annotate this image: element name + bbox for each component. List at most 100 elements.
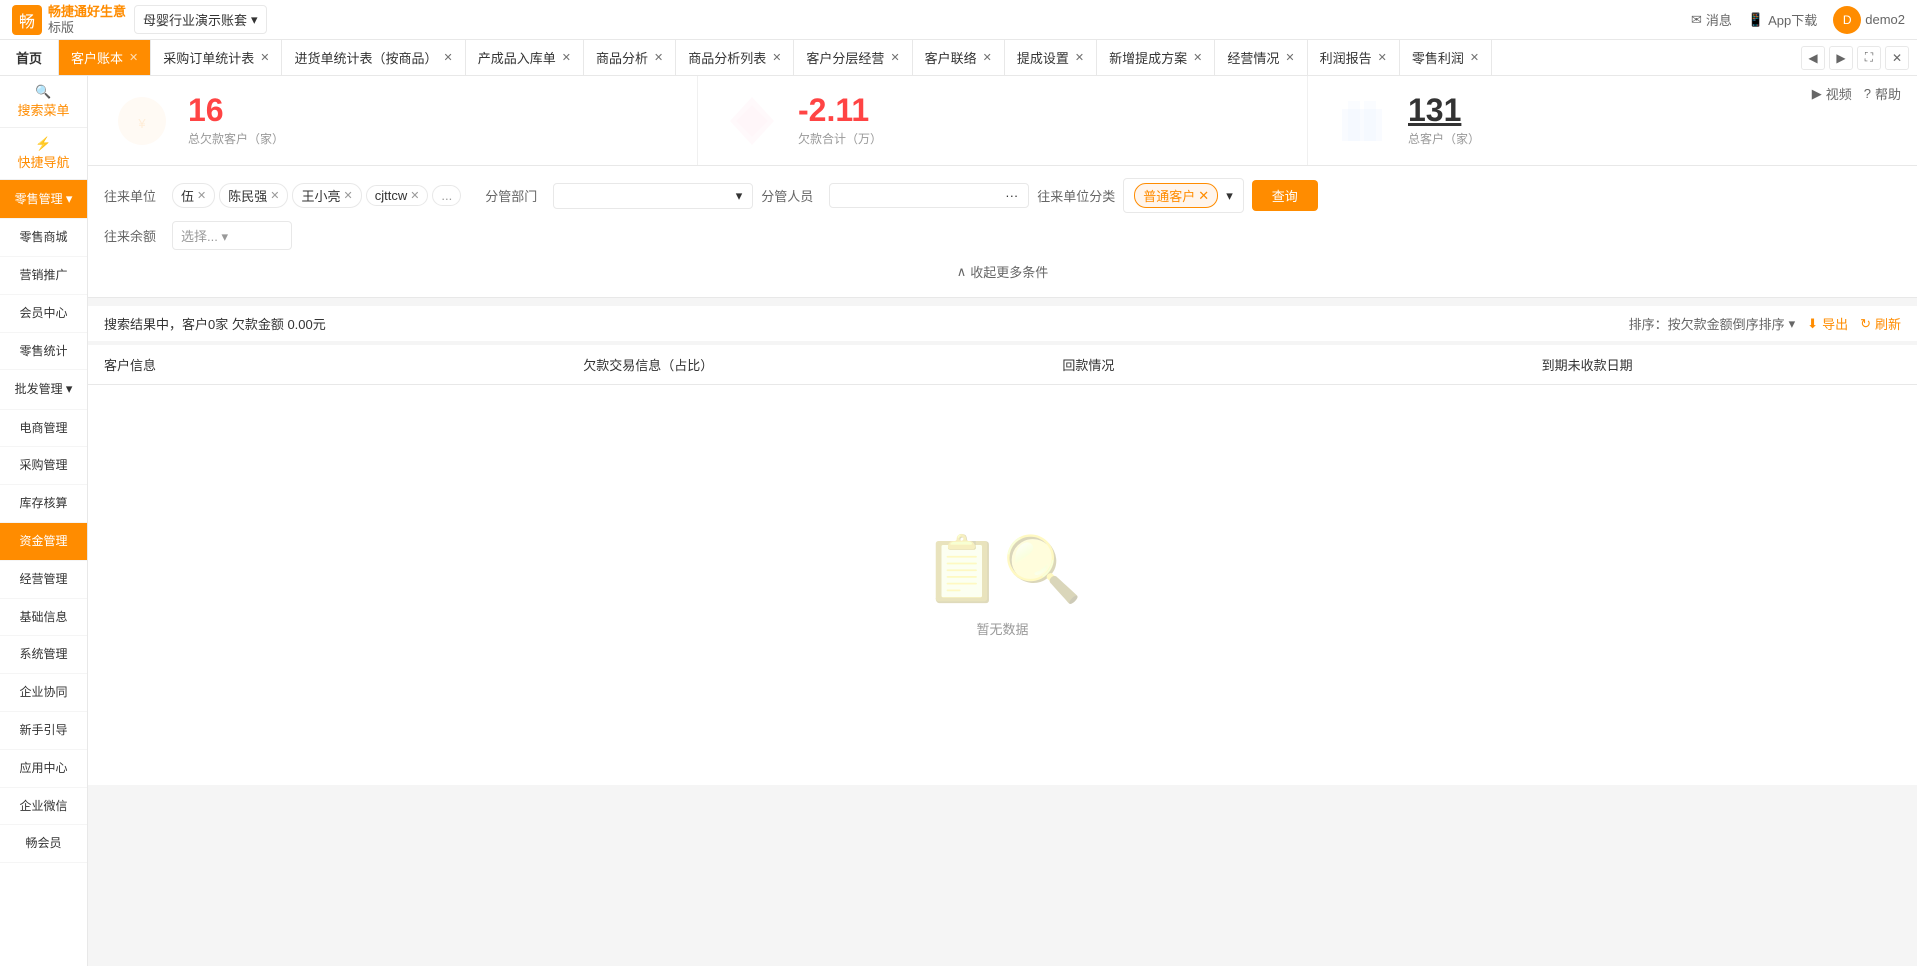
tab-product-list[interactable]: 商品分析列表 ✕ [676, 40, 794, 76]
stats-actions: ▶ 视频 ? 帮助 [1796, 84, 1917, 103]
dept-filter-label: 分管部门 [485, 186, 545, 205]
message-icon: ✉ [1691, 12, 1702, 28]
close-tab-new-achieve[interactable]: ✕ [1193, 51, 1202, 64]
unit-category-select[interactable]: 普通客户 ✕ ▾ [1123, 178, 1243, 213]
sidebar-item-enterprise-collab[interactable]: 企业协同 [0, 674, 87, 712]
category-tag-normal[interactable]: 普通客户 ✕ [1134, 183, 1218, 208]
filter-tag-more[interactable]: ... [432, 185, 461, 206]
close-tag-chen[interactable]: ✕ [270, 189, 279, 202]
tenant-select[interactable]: 母婴行业演示账套 ▾ [134, 5, 267, 34]
sidebar-item-retail-shop[interactable]: 零售商城 [0, 219, 87, 257]
stat-value-debt: -2.11 [798, 94, 882, 126]
close-tab-customer-book[interactable]: ✕ [129, 51, 138, 64]
close-tag-wang[interactable]: ✕ [343, 189, 352, 202]
sidebar-item-member[interactable]: 畅会员 [0, 825, 87, 863]
tab-purchase-order[interactable]: 采购订单统计表 ✕ [151, 40, 282, 76]
export-button[interactable]: ⬇ 导出 [1807, 314, 1848, 333]
tab-stock-stats[interactable]: 进货单统计表（按商品） ✕ [282, 40, 465, 76]
tab-customer-contact[interactable]: 客户联络 ✕ [913, 40, 1005, 76]
collapse-button[interactable]: ∧ 收起更多条件 [104, 258, 1901, 285]
tab-biz-status[interactable]: 经营情况 ✕ [1215, 40, 1307, 76]
sidebar-item-basic-info[interactable]: 基础信息 [0, 599, 87, 637]
close-tab-retail-profit[interactable]: ✕ [1470, 51, 1479, 64]
tab-product-analysis[interactable]: 商品分析 ✕ [584, 40, 676, 76]
tab-next-button[interactable]: ▶ [1829, 46, 1853, 70]
dept-select[interactable]: ▾ [553, 183, 753, 209]
more-options-icon: ··· [1005, 188, 1018, 203]
close-tag-cjttcw[interactable]: ✕ [410, 189, 419, 202]
filter-tag-chen[interactable]: 陈民强 ✕ [219, 183, 288, 208]
query-button[interactable]: 查询 [1252, 180, 1318, 211]
help-button[interactable]: ? 帮助 [1864, 84, 1901, 103]
close-tab-biz-status[interactable]: ✕ [1285, 51, 1294, 64]
stat-value-debtors: 16 [188, 94, 284, 126]
close-tab-profit-report[interactable]: ✕ [1378, 51, 1387, 64]
tab-profit-report[interactable]: 利润报告 ✕ [1308, 40, 1400, 76]
sort-button[interactable]: 排序：按欠款金额倒序排序 ▾ [1629, 314, 1796, 333]
video-button[interactable]: ▶ 视频 [1812, 84, 1852, 103]
close-category-tag[interactable]: ✕ [1198, 188, 1209, 204]
sidebar-item-inventory-check[interactable]: 库存核算 [0, 485, 87, 523]
tab-produce-stock[interactable]: 产成品入库单 ✕ [466, 40, 584, 76]
stat-total-debtors: ¥ 16 总欠款客户（家） [88, 76, 698, 165]
logo-text: 畅捷通好生意 标版 [48, 4, 126, 35]
sidebar-search[interactable]: 🔍 搜索菜单 [0, 76, 87, 128]
stat-value-customers[interactable]: 131 [1408, 94, 1480, 126]
tab-retail-profit[interactable]: 零售利润 ✕ [1400, 40, 1492, 76]
tab-customer-tier[interactable]: 客户分层经营 ✕ [794, 40, 912, 76]
sidebar-item-ecommerce-mgmt[interactable]: 电商管理 [0, 410, 87, 448]
close-tag-wu[interactable]: ✕ [197, 189, 206, 202]
chevron-up-icon: ∧ [957, 264, 967, 280]
sidebar-item-capital-mgmt[interactable]: 资金管理 [0, 523, 87, 561]
filter-tags: 伍 ✕ 陈民强 ✕ 王小亮 ✕ cjttcw ✕ [172, 183, 461, 208]
person-select[interactable]: ··· [829, 183, 1029, 208]
sidebar-item-ops-mgmt[interactable]: 经营管理 [0, 561, 87, 599]
tab-home[interactable]: 首页 [0, 40, 59, 76]
close-tab-stock-stats[interactable]: ✕ [444, 51, 453, 64]
filter-tag-cjttcw[interactable]: cjttcw ✕ [366, 185, 429, 206]
sidebar-item-marketing[interactable]: 营销推广 [0, 257, 87, 295]
close-tab-push-settings[interactable]: ✕ [1075, 51, 1084, 64]
sidebar-item-app-center[interactable]: 应用中心 [0, 750, 87, 788]
close-tab-purchase-order[interactable]: ✕ [260, 51, 269, 64]
message-button[interactable]: ✉ 消息 [1691, 10, 1732, 29]
sidebar-item-new-guide[interactable]: 新手引导 [0, 712, 87, 750]
logo-icon: 畅 [12, 5, 42, 35]
tab-customer-book[interactable]: 客户账本 ✕ [59, 40, 151, 76]
sidebar-item-retail-stats[interactable]: 零售统计 [0, 333, 87, 371]
table-body: 📋🔍 暂无数据 [88, 385, 1917, 785]
sidebar-item-purchase-mgmt[interactable]: 采购管理 [0, 447, 87, 485]
user-avatar[interactable]: D demo2 [1833, 6, 1905, 34]
close-tab-product-analysis[interactable]: ✕ [654, 51, 663, 64]
stat-content-customers: 131 总客户（家） [1408, 94, 1480, 147]
unit-filter-label: 往来单位 [104, 186, 164, 205]
close-tab-product-list[interactable]: ✕ [772, 51, 781, 64]
sidebar-item-enterprise-wechat[interactable]: 企业微信 [0, 788, 87, 826]
close-tab-customer-contact[interactable]: ✕ [983, 51, 992, 64]
sidebar-item-member-center[interactable]: 会员中心 [0, 295, 87, 333]
tab-close-all-button[interactable]: ✕ [1885, 46, 1909, 70]
nav-tabs: 首页 客户账本 ✕ 采购订单统计表 ✕ 进货单统计表（按商品） ✕ 产成品入库单… [0, 40, 1917, 76]
chevron-icon: ▾ [66, 381, 73, 396]
close-tab-produce-stock[interactable]: ✕ [562, 51, 571, 64]
filter-tag-wang[interactable]: 王小亮 ✕ [292, 183, 361, 208]
refresh-icon: ↻ [1860, 316, 1871, 332]
filter-tag-wu[interactable]: 伍 ✕ [172, 183, 215, 208]
sidebar-item-retail-mgmt[interactable]: 零售管理 ▾ [0, 180, 87, 219]
balance-input[interactable]: 选择... ▾ [172, 221, 292, 250]
building-icon [1332, 91, 1392, 151]
tab-fullscreen-button[interactable]: ⛶ [1857, 46, 1881, 70]
close-tab-customer-tier[interactable]: ✕ [890, 51, 899, 64]
tab-prev-button[interactable]: ◀ [1801, 46, 1825, 70]
sidebar-item-system-mgmt[interactable]: 系统管理 [0, 636, 87, 674]
app-download-button[interactable]: 📱 App下载 [1748, 10, 1817, 29]
tab-controls: ◀ ▶ ⛶ ✕ [1801, 46, 1917, 70]
stat-content-debtors: 16 总欠款客户（家） [188, 94, 284, 147]
sidebar-quick-nav[interactable]: ⚡ 快捷导航 [0, 128, 87, 180]
chevron-down-icon: ▾ [1226, 188, 1233, 204]
tab-new-achieve[interactable]: 新增提成方案 ✕ [1097, 40, 1215, 76]
tab-push-settings[interactable]: 提成设置 ✕ [1005, 40, 1097, 76]
empty-text: 暂无数据 [976, 619, 1028, 638]
refresh-button[interactable]: ↻ 刷新 [1860, 314, 1901, 333]
sidebar-item-wholesale-mgmt[interactable]: 批发管理 ▾ [0, 370, 87, 409]
